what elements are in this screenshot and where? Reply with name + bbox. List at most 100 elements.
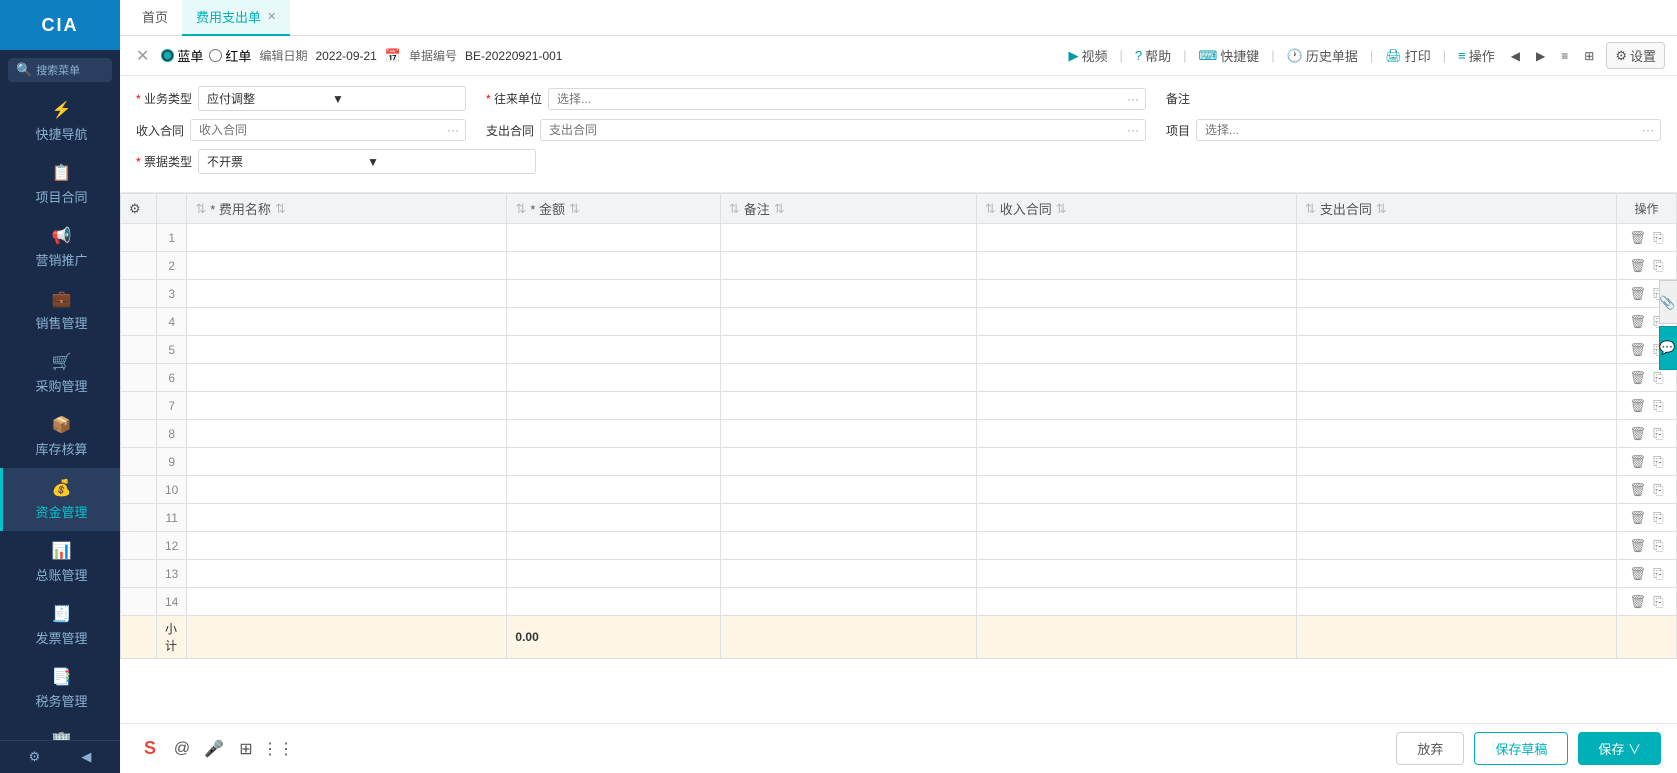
table-cell-expense-contract[interactable]	[1296, 420, 1616, 448]
copy-icon[interactable]: ⎘	[1653, 538, 1663, 553]
table-cell-expense-contract[interactable]	[1296, 308, 1616, 336]
table-cell-note[interactable]	[720, 504, 976, 532]
delete-icon[interactable]: 🗑	[1629, 230, 1646, 245]
ops-btn[interactable]: ≡ 操作	[1454, 44, 1499, 67]
tab-expense-sheet[interactable]: 费用支出单✕	[182, 0, 290, 36]
table-cell-amount[interactable]	[507, 392, 720, 420]
table-cell-expense-name[interactable]	[187, 588, 507, 616]
partner-input[interactable]: ···	[548, 88, 1146, 110]
table-cell-note[interactable]	[720, 448, 976, 476]
settings-icon[interactable]: ⚙	[29, 749, 41, 765]
table-cell-income-contract[interactable]	[976, 504, 1296, 532]
expense-contract-text[interactable]	[541, 120, 1121, 140]
expense-contract-dots-btn[interactable]: ···	[1121, 123, 1145, 137]
comment-float-btn[interactable]: 💬	[1659, 326, 1677, 370]
table-cell-note[interactable]	[720, 336, 976, 364]
blue-radio[interactable]: 蓝单	[161, 46, 203, 65]
table-cell-amount[interactable]	[507, 476, 720, 504]
table-cell-expense-contract[interactable]	[1296, 336, 1616, 364]
table-cell-expense-name[interactable]	[187, 504, 507, 532]
table-cell-income-contract[interactable]	[976, 364, 1296, 392]
table-cell-expense-contract[interactable]	[1296, 364, 1616, 392]
copy-icon[interactable]: ⎘	[1653, 454, 1663, 469]
mic-icon[interactable]: 🎤	[200, 735, 228, 763]
table-cell-expense-name[interactable]	[187, 364, 507, 392]
table-cell-income-contract[interactable]	[976, 476, 1296, 504]
table-cell-expense-contract[interactable]	[1296, 252, 1616, 280]
table-cell-expense-name[interactable]	[187, 476, 507, 504]
table-cell-amount[interactable]	[507, 364, 720, 392]
table-cell-note[interactable]	[720, 364, 976, 392]
income-contract-dots-btn[interactable]: ···	[441, 123, 465, 137]
partner-text-input[interactable]	[549, 89, 1121, 109]
table-cell-expense-contract[interactable]	[1296, 280, 1616, 308]
help-btn[interactable]: ? 帮助	[1131, 44, 1175, 67]
income-contract-text[interactable]	[191, 120, 441, 140]
close-button[interactable]: ✕	[132, 46, 153, 66]
expense-contract-input[interactable]: ···	[540, 119, 1146, 141]
nav-prev-btn[interactable]: ◀	[1507, 47, 1524, 65]
partner-dots-btn[interactable]: ···	[1121, 92, 1145, 106]
table-cell-note[interactable]	[720, 252, 976, 280]
nav-next-btn[interactable]: ▶	[1532, 47, 1549, 65]
copy-icon[interactable]: ⎘	[1653, 398, 1663, 413]
table-cell-amount[interactable]	[507, 588, 720, 616]
table-cell-expense-name[interactable]	[187, 448, 507, 476]
sidebar-item-marketing[interactable]: 📢营销推广	[0, 216, 120, 279]
table-cell-note[interactable]	[720, 588, 976, 616]
table-cell-expense-name[interactable]	[187, 308, 507, 336]
income-contract-input[interactable]: ···	[190, 119, 466, 141]
table-cell-expense-contract[interactable]	[1296, 224, 1616, 252]
table-cell-income-contract[interactable]	[976, 336, 1296, 364]
attach-float-btn[interactable]: 📎	[1659, 280, 1677, 324]
copy-icon[interactable]: ⎘	[1653, 426, 1663, 441]
table-cell-income-contract[interactable]	[976, 252, 1296, 280]
sidebar-item-quick-nav[interactable]: ⚡快捷导航	[0, 90, 120, 153]
sidebar-item-inventory[interactable]: 📦库存核算	[0, 405, 120, 468]
print-btn[interactable]: 🖨 打印	[1381, 44, 1435, 67]
volume-icon[interactable]: ◀	[81, 749, 91, 765]
table-cell-expense-name[interactable]	[187, 532, 507, 560]
project-input[interactable]: ···	[1196, 119, 1661, 141]
th-expense-contract[interactable]: ⇅ 支出合同 ⇅	[1296, 194, 1616, 224]
delete-icon[interactable]: 🗑	[1629, 258, 1646, 273]
table-cell-expense-contract[interactable]	[1296, 588, 1616, 616]
table-cell-amount[interactable]	[507, 224, 720, 252]
table-cell-income-contract[interactable]	[976, 532, 1296, 560]
calendar-icon[interactable]: 📅	[385, 48, 401, 64]
sidebar-item-purchase-mgmt[interactable]: 🛒采购管理	[0, 342, 120, 405]
table-cell-expense-name[interactable]	[187, 280, 507, 308]
table-cell-expense-contract[interactable]	[1296, 392, 1616, 420]
sidebar-item-fixed-assets[interactable]: 🏢固定资产	[0, 720, 120, 740]
delete-icon[interactable]: 🗑	[1629, 426, 1646, 441]
sidebar-item-invoice-mgmt[interactable]: 🧾发票管理	[0, 594, 120, 657]
table-cell-expense-name[interactable]	[187, 420, 507, 448]
view-list-btn[interactable]: ≡	[1557, 47, 1572, 65]
copy-icon[interactable]: ⎘	[1653, 230, 1663, 245]
sidebar-item-tax-mgmt[interactable]: 📑税务管理	[0, 657, 120, 720]
delete-icon[interactable]: 🗑	[1629, 566, 1646, 581]
table-cell-income-contract[interactable]	[976, 392, 1296, 420]
table-cell-note[interactable]	[720, 560, 976, 588]
biz-type-select[interactable]: 应付调整 ▼	[198, 86, 466, 111]
th-settings[interactable]: ⚙	[121, 194, 157, 224]
tab-close-expense-sheet[interactable]: ✕	[267, 10, 276, 23]
delete-icon[interactable]: 🗑	[1629, 286, 1646, 301]
table-cell-amount[interactable]	[507, 308, 720, 336]
table-cell-amount[interactable]	[507, 560, 720, 588]
table-cell-income-contract[interactable]	[976, 588, 1296, 616]
copy-icon[interactable]: ⎘	[1653, 566, 1663, 581]
delete-icon[interactable]: 🗑	[1629, 398, 1646, 413]
invoice-type-select[interactable]: 不开票 ▼	[198, 149, 536, 174]
table-cell-note[interactable]	[720, 532, 976, 560]
delete-icon[interactable]: 🗑	[1629, 510, 1646, 525]
table-icon[interactable]: ⊞	[232, 735, 260, 763]
save-button[interactable]: 保存 ∨	[1578, 732, 1661, 765]
delete-icon[interactable]: 🗑	[1629, 370, 1646, 385]
table-cell-note[interactable]	[720, 224, 976, 252]
table-cell-income-contract[interactable]	[976, 308, 1296, 336]
table-cell-note[interactable]	[720, 420, 976, 448]
view-grid-btn[interactable]: ⊞	[1580, 47, 1598, 65]
sidebar-item-capital-mgmt[interactable]: 💰资金管理	[0, 468, 120, 531]
table-cell-expense-contract[interactable]	[1296, 560, 1616, 588]
